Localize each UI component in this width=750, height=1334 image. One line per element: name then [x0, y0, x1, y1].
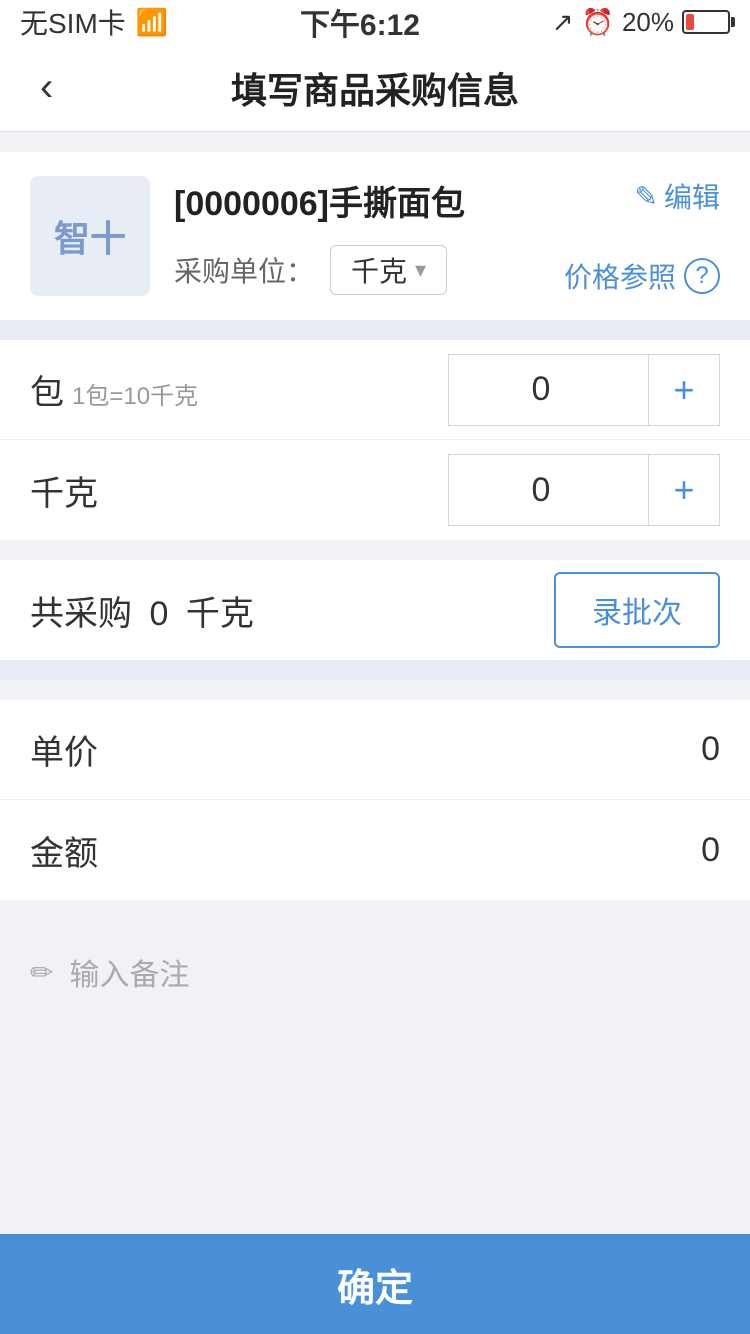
- unit-value: 千克: [351, 250, 407, 290]
- package-plus-button[interactable]: +: [648, 354, 720, 426]
- nav-bar: ‹ 填写商品采购信息: [0, 44, 750, 132]
- unit-price-label: 单价: [30, 725, 701, 774]
- kg-input[interactable]: [448, 454, 648, 526]
- remark-icon: ✏: [30, 956, 53, 989]
- package-label: 包1包=10千克: [30, 365, 448, 414]
- help-icon: ?: [684, 258, 720, 294]
- confirm-button-label: 确定: [337, 1257, 413, 1312]
- package-number-input-wrapper: +: [448, 354, 720, 426]
- edit-button[interactable]: ✎ 编辑: [635, 176, 720, 216]
- amount-label: 金额: [30, 826, 701, 875]
- battery-indicator: [682, 10, 730, 34]
- summary-row: 共采购 0 千克 录批次: [0, 560, 750, 660]
- dropdown-arrow-icon: ▾: [415, 257, 426, 283]
- kg-number-input-wrapper: +: [448, 454, 720, 526]
- status-right: ↗ ⏰ 20%: [552, 7, 730, 38]
- summary-unit: 千克: [186, 595, 254, 633]
- batch-btn-label: 录批次: [592, 597, 682, 630]
- unit-price-value: 0: [701, 730, 720, 769]
- back-button[interactable]: ‹: [30, 55, 63, 120]
- summary-section: 共采购 0 千克 录批次: [0, 560, 750, 660]
- unit-selector[interactable]: 千克 ▾: [330, 245, 447, 295]
- package-input[interactable]: [448, 354, 648, 426]
- product-thumbnail: 智十: [30, 176, 150, 296]
- section-divider-2: [0, 660, 750, 680]
- kg-input-row: 千克 +: [0, 440, 750, 540]
- kg-label: 千克: [30, 466, 448, 515]
- edit-icon: ✎: [635, 180, 658, 213]
- package-input-row: 包1包=10千克 +: [0, 340, 750, 440]
- amount-row: 金额 0: [0, 800, 750, 900]
- amount-value: 0: [701, 831, 720, 870]
- status-left: 无SIM卡 📶: [20, 2, 168, 42]
- package-sublabel: 1包=10千克: [72, 383, 198, 410]
- content: 智十 [0000006]手撕面包 采购单位： 千克 ▾ ✎ 编辑 价格参照 ?: [0, 152, 750, 1144]
- section-divider-1: [0, 320, 750, 340]
- kg-plus-button[interactable]: +: [648, 454, 720, 526]
- location-icon: ↗: [552, 7, 574, 38]
- remark-placeholder: 输入备注: [69, 950, 189, 994]
- status-bar: 无SIM卡 📶 下午6:12 ↗ ⏰ 20%: [0, 0, 750, 44]
- package-plus-icon: +: [673, 369, 694, 411]
- thumb-text: 智十: [54, 210, 126, 262]
- wifi-icon: 📶: [136, 7, 168, 38]
- summary-text: 共采购 0 千克: [30, 586, 554, 635]
- back-icon: ‹: [40, 65, 53, 109]
- unit-label: 采购单位：: [174, 250, 314, 290]
- page-title: 填写商品采购信息: [231, 62, 519, 114]
- batch-button[interactable]: 录批次: [554, 572, 720, 648]
- alarm-icon: ⏰: [582, 7, 614, 38]
- unit-price-row: 单价 0: [0, 700, 750, 800]
- kg-plus-icon: +: [673, 469, 694, 511]
- product-card: 智十 [0000006]手撕面包 采购单位： 千克 ▾ ✎ 编辑 价格参照 ?: [0, 152, 750, 320]
- carrier-text: 无SIM卡: [20, 2, 126, 42]
- summary-label: 共采购: [30, 595, 132, 633]
- status-time: 下午6:12: [300, 0, 420, 44]
- price-ref-label: 价格参照: [564, 256, 676, 296]
- remark-section[interactable]: ✏ 输入备注: [0, 920, 750, 1024]
- battery-fill: [686, 14, 694, 30]
- summary-value: 0: [149, 595, 168, 633]
- detail-section: 单价 0 金额 0: [0, 700, 750, 900]
- input-section: 包1包=10千克 + 千克 +: [0, 340, 750, 540]
- edit-label: 编辑: [664, 176, 720, 216]
- confirm-button[interactable]: 确定: [0, 1234, 750, 1334]
- battery-percent: 20%: [622, 7, 674, 38]
- price-ref-button[interactable]: 价格参照 ?: [564, 256, 720, 296]
